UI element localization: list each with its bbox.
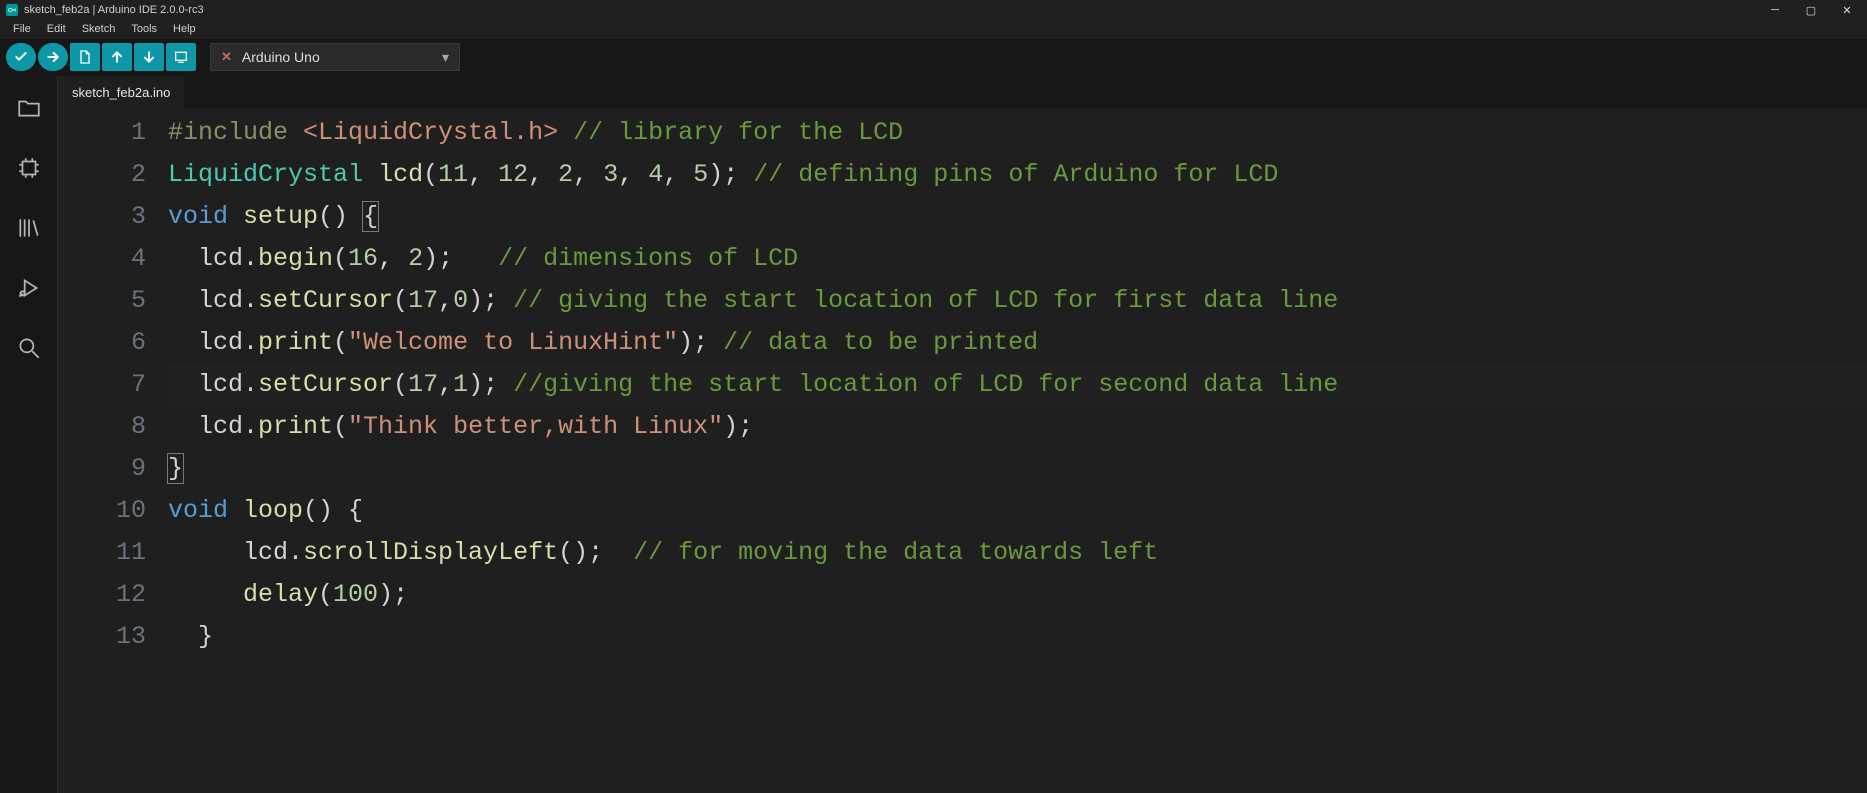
toolbar: ✕ Arduino Uno ▾ <box>0 38 1867 76</box>
maximize-button[interactable]: ▢ <box>1805 4 1817 16</box>
line-number: 7 <box>58 364 146 406</box>
menu-sketch[interactable]: Sketch <box>75 21 123 37</box>
open-sketch-button[interactable] <box>102 43 132 71</box>
line-number: 5 <box>58 280 146 322</box>
body-area: sketch_feb2a.ino 12345678910111213 #incl… <box>0 76 1867 793</box>
chip-icon <box>16 155 42 181</box>
line-number: 9 <box>58 448 146 490</box>
line-number: 12 <box>58 574 146 616</box>
verify-button[interactable] <box>6 43 36 71</box>
board-disconnected-icon: ✕ <box>221 49 232 65</box>
arduino-app-icon <box>6 4 18 16</box>
debug-icon <box>16 275 42 301</box>
code-line[interactable]: lcd.setCursor(17,0); // giving the start… <box>168 280 1867 322</box>
code-line[interactable]: lcd.setCursor(17,1); //giving the start … <box>168 364 1867 406</box>
chevron-down-icon: ▾ <box>442 49 449 66</box>
search-icon <box>16 335 42 361</box>
arrow-down-icon <box>141 49 157 65</box>
serial-monitor-button[interactable] <box>166 43 196 71</box>
board-name: Arduino Uno <box>242 49 320 65</box>
menu-help[interactable]: Help <box>166 21 203 37</box>
titlebar: sketch_feb2a | Arduino IDE 2.0.0-rc3 ─ ▢… <box>0 0 1867 20</box>
line-number: 4 <box>58 238 146 280</box>
minimize-button[interactable]: ─ <box>1769 4 1781 16</box>
new-sketch-button[interactable] <box>70 43 100 71</box>
window-controls: ─ ▢ ✕ <box>1769 4 1861 16</box>
line-number: 11 <box>58 532 146 574</box>
upload-button[interactable] <box>38 43 68 71</box>
code-line[interactable]: LiquidCrystal lcd(11, 12, 2, 3, 4, 5); /… <box>168 154 1867 196</box>
explorer-tab[interactable] <box>15 94 43 122</box>
window-title: sketch_feb2a | Arduino IDE 2.0.0-rc3 <box>24 4 1769 16</box>
menu-file[interactable]: File <box>6 21 38 37</box>
code-line[interactable]: } <box>168 448 1867 490</box>
line-number-gutter: 12345678910111213 <box>58 108 168 793</box>
books-icon <box>16 215 42 241</box>
arrow-right-icon <box>45 49 61 65</box>
code-line[interactable]: lcd.scrollDisplayLeft(); // for moving t… <box>168 532 1867 574</box>
tabbar: sketch_feb2a.ino <box>58 76 1867 108</box>
tab-label: sketch_feb2a.ino <box>72 85 170 100</box>
code-line[interactable]: } <box>168 616 1867 658</box>
line-number: 10 <box>58 490 146 532</box>
line-number: 13 <box>58 616 146 658</box>
code-line[interactable]: delay(100); <box>168 574 1867 616</box>
arrow-up-icon <box>109 49 125 65</box>
search-tab[interactable] <box>15 334 43 362</box>
board-selector[interactable]: ✕ Arduino Uno ▾ <box>210 43 460 71</box>
line-number: 2 <box>58 154 146 196</box>
code-container[interactable]: 12345678910111213 #include <LiquidCrysta… <box>58 108 1867 793</box>
save-sketch-button[interactable] <box>134 43 164 71</box>
code-line[interactable]: lcd.print("Think better,with Linux"); <box>168 406 1867 448</box>
line-number: 1 <box>58 112 146 154</box>
activity-bar <box>0 76 58 793</box>
code-line[interactable]: lcd.begin(16, 2); // dimensions of LCD <box>168 238 1867 280</box>
menu-tools[interactable]: Tools <box>124 21 164 37</box>
check-icon <box>13 49 29 65</box>
close-button[interactable]: ✕ <box>1841 4 1853 16</box>
line-number: 8 <box>58 406 146 448</box>
editor-area: sketch_feb2a.ino 12345678910111213 #incl… <box>58 76 1867 793</box>
folder-icon <box>16 95 42 121</box>
code-line[interactable]: lcd.print("Welcome to LinuxHint"); // da… <box>168 322 1867 364</box>
debug-tab[interactable] <box>15 274 43 302</box>
menubar: File Edit Sketch Tools Help <box>0 20 1867 38</box>
serial-monitor-icon <box>173 49 189 65</box>
library-manager-tab[interactable] <box>15 214 43 242</box>
line-number: 6 <box>58 322 146 364</box>
code-editor[interactable]: #include <LiquidCrystal.h> // library fo… <box>168 108 1867 793</box>
boards-manager-tab[interactable] <box>15 154 43 182</box>
menu-edit[interactable]: Edit <box>40 21 73 37</box>
code-line[interactable]: #include <LiquidCrystal.h> // library fo… <box>168 112 1867 154</box>
file-icon <box>77 49 93 65</box>
code-line[interactable]: void setup() { <box>168 196 1867 238</box>
tab-sketch-feb2a[interactable]: sketch_feb2a.ino <box>58 76 184 108</box>
line-number: 3 <box>58 196 146 238</box>
code-line[interactable]: void loop() { <box>168 490 1867 532</box>
